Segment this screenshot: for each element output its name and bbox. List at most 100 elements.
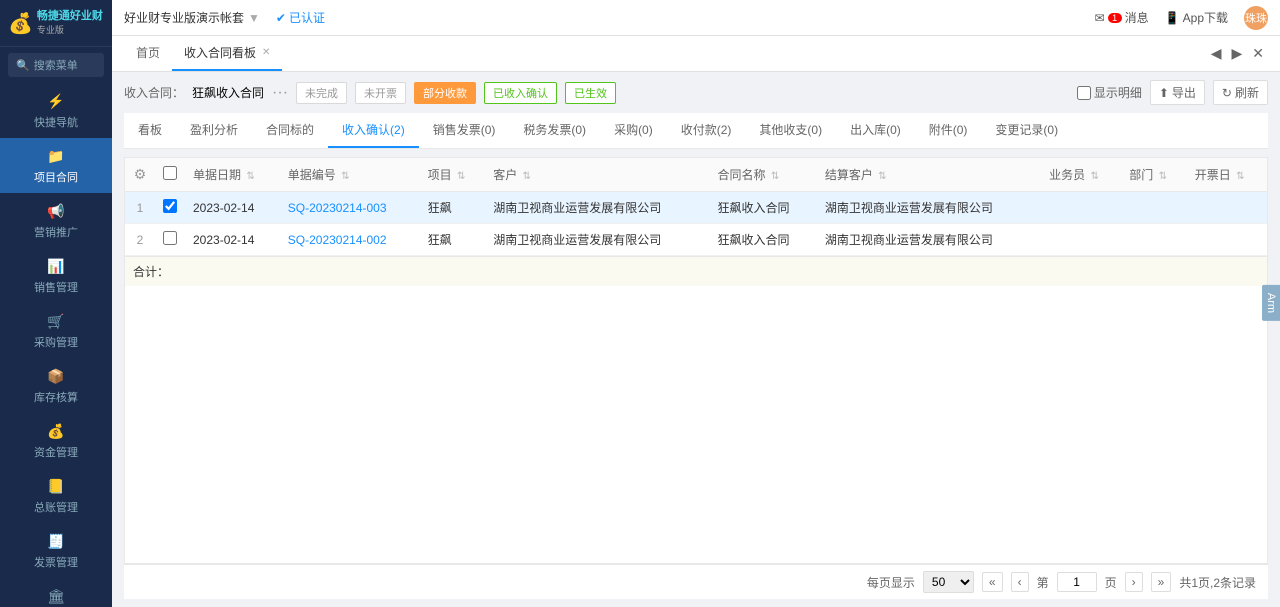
company-selector[interactable]: 好业财专业版演示帐套 ▼ [124, 9, 260, 26]
data-table-container: ⚙ 单据日期 ⇅ 单据编号 ⇅ [124, 157, 1268, 564]
funds-icon: 💰 [46, 421, 66, 441]
th-date-label: 单据日期 [193, 168, 241, 182]
subtab-sales-invoice[interactable]: 销售发票(0) [419, 113, 510, 148]
sort-code-icon[interactable]: ⇅ [341, 171, 349, 182]
first-page-button[interactable]: « [982, 572, 1003, 592]
table-scroll: ⚙ 单据日期 ⇅ 单据编号 ⇅ [125, 158, 1267, 256]
sidebar-item-tax[interactable]: 🏛 税务管理 [0, 578, 112, 607]
subtab-purchase[interactable]: 采购(0) [600, 113, 667, 148]
tab-contract-board[interactable]: 收入合同看板 ✕ [172, 36, 282, 71]
th-department-label: 部门 [1129, 168, 1153, 182]
export-button[interactable]: ⬆ 导出 [1150, 80, 1205, 105]
topbar: 好业财专业版演示帐套 ▼ ✔ 已认证 ✉ 1 消息 📱 App下载 珠珠 [112, 0, 1280, 36]
sidebar-item-inventory[interactable]: 📦 库存核算 [0, 358, 112, 413]
select-all-checkbox[interactable] [163, 166, 177, 180]
status-incomplete-btn[interactable]: 未完成 [296, 82, 347, 104]
sort-contract-icon[interactable]: ⇅ [771, 171, 779, 182]
row-result-customer-2: 湖南卫视商业运营发展有限公司 [817, 224, 1041, 256]
subtab-kanban-label: 看板 [138, 123, 162, 137]
close-tab-icon[interactable]: ✕ [262, 47, 270, 58]
tab-home[interactable]: 首页 [124, 36, 172, 71]
sidebar-item-sales[interactable]: 📊 销售管理 [0, 248, 112, 303]
status-partial-btn[interactable]: 部分收款 [414, 82, 476, 104]
subtab-change-log[interactable]: 变更记录(0) [981, 113, 1072, 148]
status-no-invoice-btn[interactable]: 未开票 [355, 82, 406, 104]
quick-nav-icon: ⚡ [46, 91, 66, 111]
sort-open-date-icon[interactable]: ⇅ [1236, 171, 1244, 182]
row-code-link-2[interactable]: SQ-20230214-002 [288, 233, 387, 247]
subtab-contract-item[interactable]: 合同标的 [252, 113, 328, 148]
next-page-button[interactable]: › [1125, 572, 1143, 592]
project-icon: 📁 [46, 146, 66, 166]
tab-close-all-button[interactable]: ✕ [1248, 43, 1268, 64]
subtab-profit[interactable]: 盈利分析 [176, 113, 252, 148]
row-checkbox-1[interactable] [155, 192, 185, 224]
th-result-customer: 结算客户 ⇅ [817, 158, 1041, 192]
sort-customer-icon[interactable]: ⇅ [523, 171, 531, 182]
row-project-1: 狂飙 [420, 192, 486, 224]
tab-next-button[interactable]: ▶ [1227, 43, 1246, 64]
row-checkbox-2[interactable] [155, 224, 185, 256]
last-page-button[interactable]: » [1151, 572, 1172, 592]
current-page-input[interactable] [1057, 572, 1097, 592]
sidebar-item-invoice[interactable]: 🧾 发票管理 [0, 523, 112, 578]
sort-result-customer-icon[interactable]: ⇅ [878, 171, 886, 182]
status-effective-btn[interactable]: 已生效 [565, 82, 616, 104]
invoice-icon: 🧾 [46, 531, 66, 551]
search-menu-button[interactable]: 🔍 搜索菜单 [8, 53, 104, 77]
subtab-attachment[interactable]: 附件(0) [915, 113, 982, 148]
table-row[interactable]: 1 2023-02-14 SQ-20230214-003 狂飙 湖南卫视商业运营… [125, 192, 1267, 224]
refresh-label: 刷新 [1235, 84, 1259, 101]
row-department-1 [1121, 192, 1187, 224]
sidebar-item-marketing[interactable]: 📢 营销推广 [0, 193, 112, 248]
verified-label: 已认证 [289, 9, 325, 26]
show-detail-toggle[interactable]: 显示明细 [1077, 84, 1142, 101]
app-download-button[interactable]: 📱 App下载 [1165, 9, 1228, 26]
show-detail-checkbox[interactable] [1077, 86, 1091, 100]
status-confirmed-btn[interactable]: 已收入确认 [484, 82, 557, 104]
sidebar-item-project-contract[interactable]: 📁 项目合同 [0, 138, 112, 193]
subtab-other[interactable]: 其他收支(0) [745, 113, 836, 148]
sidebar-item-quick-nav[interactable]: ⚡ 快捷导航 [0, 83, 112, 138]
row-open-date-2 [1187, 224, 1267, 256]
messages-button[interactable]: ✉ 1 消息 [1095, 9, 1149, 26]
per-page-select[interactable]: 20 50 100 [923, 571, 974, 593]
tax-icon: 🏛 [46, 586, 66, 606]
user-profile[interactable]: 珠珠 [1244, 6, 1268, 30]
subtab-kanban[interactable]: 看板 [124, 113, 176, 148]
subtab-purchase-label: 采购(0) [614, 123, 653, 137]
sort-department-icon[interactable]: ⇅ [1159, 171, 1167, 182]
sort-date-icon[interactable]: ⇅ [246, 171, 254, 182]
th-customer-label: 客户 [493, 168, 517, 182]
table-row[interactable]: 2 2023-02-14 SQ-20230214-002 狂飙 湖南卫视商业运营… [125, 224, 1267, 256]
subtab-tax-invoice[interactable]: 税务发票(0) [509, 113, 600, 148]
sidebar-item-label-1: 营销推广 [34, 224, 78, 240]
row-select-checkbox-1[interactable] [163, 199, 177, 213]
more-options-icon[interactable]: ··· [272, 84, 288, 102]
sales-icon: 📊 [46, 256, 66, 276]
subtab-tax-invoice-label: 税务发票(0) [523, 123, 586, 137]
arm-float-button[interactable]: Arm [1262, 284, 1280, 320]
contract-header: 收入合同： 狂飙收入合同 ··· 未完成 未开票 部分收款 已收入确认 已生效 … [124, 80, 1268, 105]
sidebar-item-label-2: 销售管理 [34, 279, 78, 295]
th-salesperson-label: 业务员 [1049, 168, 1085, 182]
sort-salesperson-icon[interactable]: ⇅ [1091, 171, 1099, 182]
subtab-warehouse[interactable]: 出入库(0) [836, 113, 915, 148]
tab-prev-button[interactable]: ◀ [1207, 43, 1226, 64]
settings-col-header: ⚙ [125, 158, 155, 192]
subtab-payment[interactable]: 收付款(2) [667, 113, 746, 148]
sidebar-item-ledger[interactable]: 📒 总账管理 [0, 468, 112, 523]
sidebar-item-purchase[interactable]: 🛒 采购管理 [0, 303, 112, 358]
sort-project-icon[interactable]: ⇅ [457, 171, 465, 182]
row-select-checkbox-2[interactable] [163, 231, 177, 245]
sidebar-item-funds[interactable]: 💰 资金管理 [0, 413, 112, 468]
row-code-link-1[interactable]: SQ-20230214-003 [288, 201, 387, 215]
sidebar-search-area: 🔍 搜索菜单 [0, 47, 112, 83]
prev-page-button[interactable]: ‹ [1011, 572, 1029, 592]
refresh-button[interactable]: ↻ 刷新 [1213, 80, 1268, 105]
subtab-revenue-confirm[interactable]: 收入确认(2) [328, 113, 419, 148]
check-icon: ✔ [276, 11, 286, 25]
sidebar-item-label-7: 发票管理 [34, 554, 78, 570]
settings-icon[interactable]: ⚙ [134, 166, 147, 182]
row-project-2: 狂飙 [420, 224, 486, 256]
